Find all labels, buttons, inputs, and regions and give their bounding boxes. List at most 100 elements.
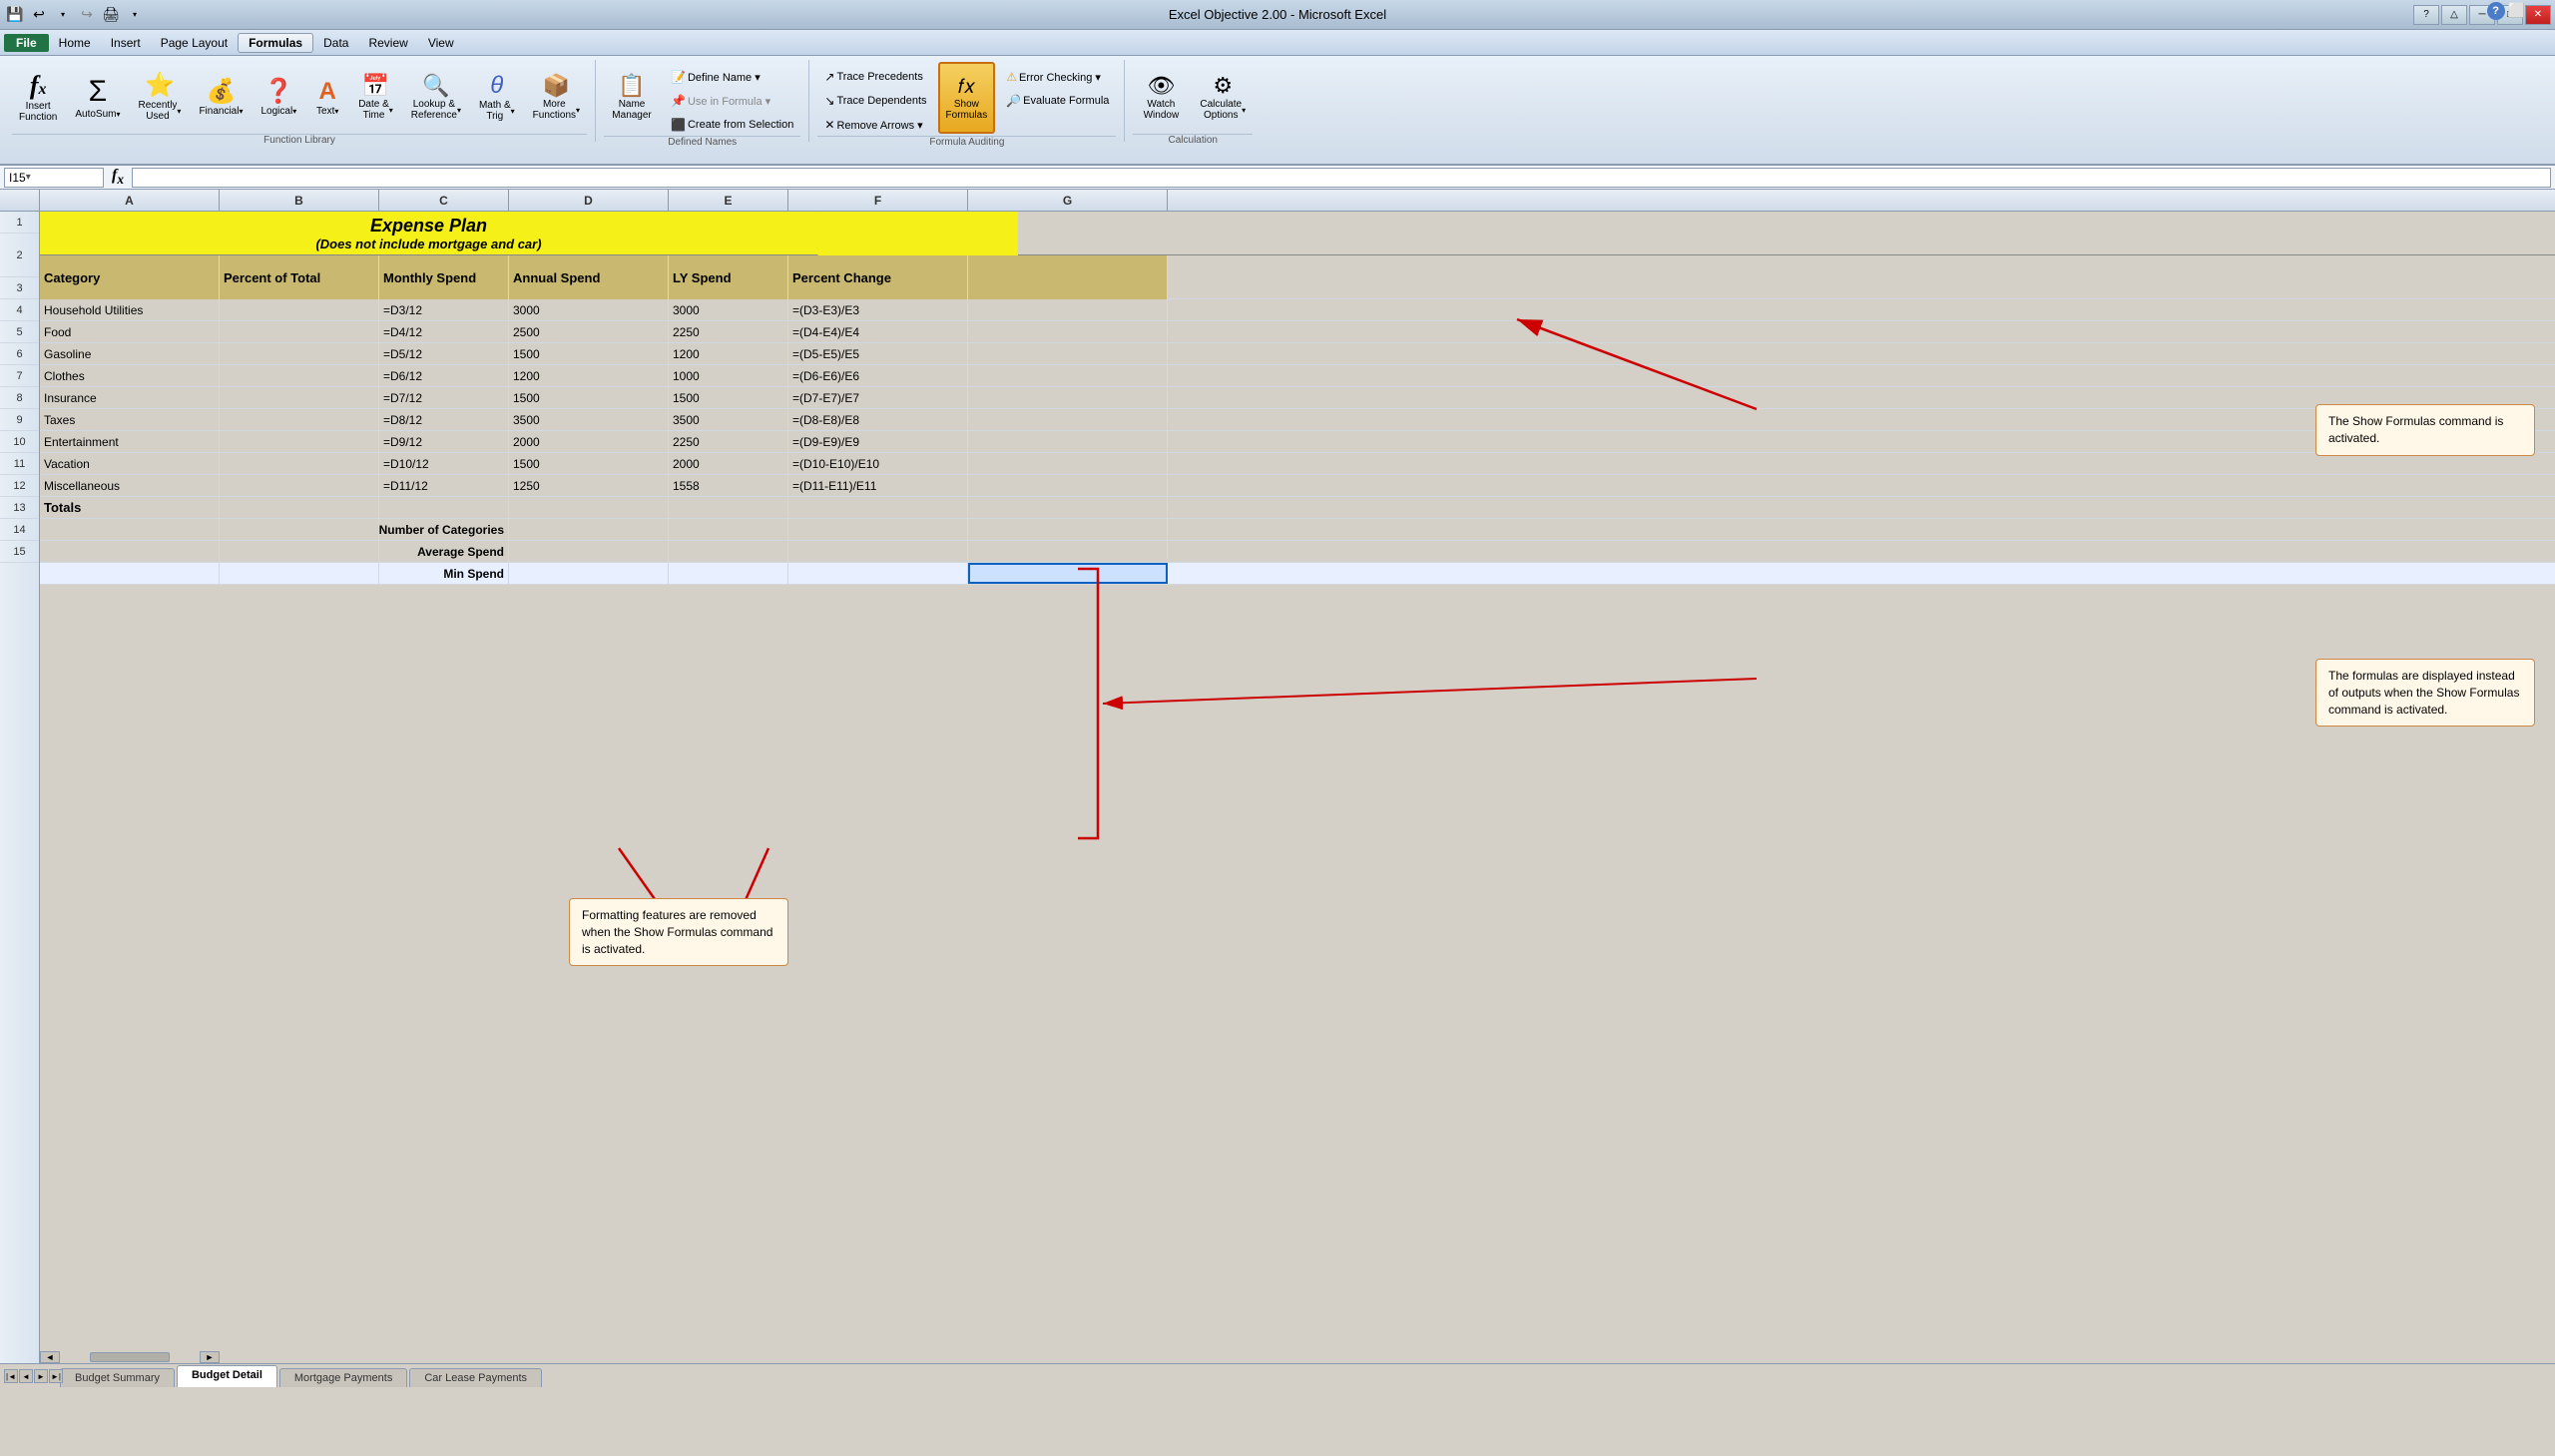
tab-mortgage-payments[interactable]: Mortgage Payments xyxy=(279,1368,407,1387)
row-num-1[interactable]: 1 xyxy=(0,212,39,234)
cell-a14[interactable] xyxy=(40,541,220,562)
cell-a10[interactable]: Vacation xyxy=(40,453,220,474)
create-from-selection-btn[interactable]: ⬛ Create from Selection xyxy=(664,114,800,136)
sheet-nav-prev[interactable]: ◄ xyxy=(19,1369,33,1383)
cell-a8[interactable]: Taxes xyxy=(40,409,220,430)
undo-qat-btn[interactable]: ↩ xyxy=(28,4,50,26)
cell-b15[interactable] xyxy=(220,563,379,584)
menu-formulas[interactable]: Formulas xyxy=(238,33,313,53)
remove-arrows-btn[interactable]: ✕ Remove Arrows ▾ xyxy=(817,114,933,136)
cell-d6[interactable]: 1200 xyxy=(509,365,669,386)
row-num-3[interactable]: 3 xyxy=(0,277,39,299)
financial-dropdown[interactable]: ▾ xyxy=(239,107,243,116)
math-trig-btn[interactable]: θ Math &Trig ▾ xyxy=(472,62,522,134)
more-functions-btn[interactable]: 📦 MoreFunctions ▾ xyxy=(526,62,587,134)
window-restore-btn[interactable]: ⬜ xyxy=(2508,2,2525,20)
cell-c13[interactable]: Number of Categories xyxy=(379,519,509,540)
scroll-right-btn[interactable]: ► xyxy=(200,1351,220,1363)
cell-d7[interactable]: 1500 xyxy=(509,387,669,408)
cell-b3[interactable] xyxy=(220,299,379,320)
autosum-btn[interactable]: Σ AutoSum ▾ xyxy=(68,62,127,134)
cell-c4[interactable]: =D4/12 xyxy=(379,321,509,342)
col-header-b[interactable]: B xyxy=(220,190,379,211)
cell-e9[interactable]: 2250 xyxy=(669,431,788,452)
cell-b2[interactable]: Percent of Total xyxy=(220,255,379,299)
cell-c7[interactable]: =D7/12 xyxy=(379,387,509,408)
cell-d3[interactable]: 3000 xyxy=(509,299,669,320)
row-num-14[interactable]: 14 xyxy=(0,519,39,541)
calculate-dropdown[interactable]: ▾ xyxy=(1242,106,1246,115)
formula-input[interactable] xyxy=(132,168,2551,188)
sheet-nav-next[interactable]: ► xyxy=(34,1369,48,1383)
menu-review[interactable]: Review xyxy=(358,34,417,52)
cell-d5[interactable]: 1500 xyxy=(509,343,669,364)
cell-b12[interactable] xyxy=(220,497,379,518)
cell-a3[interactable]: Household Utilities xyxy=(40,299,220,320)
cell-b14[interactable] xyxy=(220,541,379,562)
cell-b10[interactable] xyxy=(220,453,379,474)
cell-f5[interactable]: =(D5-E5)/E5 xyxy=(788,343,968,364)
cell-b11[interactable] xyxy=(220,475,379,496)
date-time-dropdown[interactable]: ▾ xyxy=(389,106,393,115)
cell-f15[interactable] xyxy=(788,563,968,584)
cell-e15[interactable] xyxy=(669,563,788,584)
cell-c12[interactable] xyxy=(379,497,509,518)
cell-f9[interactable]: =(D9-E9)/E9 xyxy=(788,431,968,452)
cell-d14[interactable] xyxy=(509,541,669,562)
row-num-11[interactable]: 11 xyxy=(0,453,39,475)
undo-dropdown-qat-btn[interactable]: ▾ xyxy=(52,4,74,26)
row-num-4[interactable]: 4 xyxy=(0,299,39,321)
redo-qat-btn[interactable]: ↪ xyxy=(76,4,98,26)
tab-car-lease-payments[interactable]: Car Lease Payments xyxy=(409,1368,542,1387)
cell-d12[interactable] xyxy=(509,497,669,518)
row-num-15[interactable]: 15 xyxy=(0,541,39,563)
date-time-btn[interactable]: 📅 Date &Time ▾ xyxy=(351,62,400,134)
ribbon-toggle-btn[interactable]: △ xyxy=(2441,5,2467,25)
cell-a1[interactable]: Expense Plan (Does not include mortgage … xyxy=(40,212,818,255)
recently-used-dropdown[interactable]: ▾ xyxy=(177,107,181,116)
cell-e4[interactable]: 2250 xyxy=(669,321,788,342)
cell-f3[interactable]: =(D3-E3)/E3 xyxy=(788,299,968,320)
cell-e7[interactable]: 1500 xyxy=(669,387,788,408)
cell-e6[interactable]: 1000 xyxy=(669,365,788,386)
cell-f7[interactable]: =(D7-E7)/E7 xyxy=(788,387,968,408)
lookup-reference-btn[interactable]: 🔍 Lookup &Reference ▾ xyxy=(404,62,468,134)
cell-b13[interactable] xyxy=(220,519,379,540)
scroll-left-btn[interactable]: ◄ xyxy=(40,1351,60,1363)
row-num-2[interactable]: 2 xyxy=(0,234,39,277)
cell-e11[interactable]: 1558 xyxy=(669,475,788,496)
cell-b4[interactable] xyxy=(220,321,379,342)
cell-g9[interactable] xyxy=(968,431,1168,452)
cell-a6[interactable]: Clothes xyxy=(40,365,220,386)
cell-g11[interactable] xyxy=(968,475,1168,496)
tab-budget-summary[interactable]: Budget Summary xyxy=(60,1368,175,1387)
cell-g2[interactable] xyxy=(968,255,1168,299)
cell-g12[interactable] xyxy=(968,497,1168,518)
row-num-8[interactable]: 8 xyxy=(0,387,39,409)
autosum-dropdown-arrow[interactable]: ▾ xyxy=(117,110,121,119)
cell-f13[interactable] xyxy=(788,519,968,540)
cell-g3[interactable] xyxy=(968,299,1168,320)
help-btn[interactable]: ? xyxy=(2413,5,2439,25)
menu-view[interactable]: View xyxy=(418,34,464,52)
save-qat-btn[interactable]: 💾 xyxy=(4,4,26,26)
financial-btn[interactable]: 💰 Financial ▾ xyxy=(192,62,250,134)
cell-e13[interactable] xyxy=(669,519,788,540)
name-box-dropdown[interactable]: ▾ xyxy=(26,172,31,183)
cell-e8[interactable]: 3500 xyxy=(669,409,788,430)
cell-a13[interactable] xyxy=(40,519,220,540)
print-qat-btn[interactable]: 🖨 xyxy=(100,4,122,26)
cell-g8[interactable] xyxy=(968,409,1168,430)
cell-c8[interactable]: =D8/12 xyxy=(379,409,509,430)
cell-g6[interactable] xyxy=(968,365,1168,386)
cell-c6[interactable]: =D6/12 xyxy=(379,365,509,386)
cell-d13[interactable] xyxy=(509,519,669,540)
row-num-12[interactable]: 12 xyxy=(0,475,39,497)
row-num-13[interactable]: 13 xyxy=(0,497,39,519)
menu-home[interactable]: Home xyxy=(49,34,101,52)
cell-a5[interactable]: Gasoline xyxy=(40,343,220,364)
horizontal-scrollbar[interactable]: ◄ ► xyxy=(40,1351,2555,1363)
cell-d15[interactable] xyxy=(509,563,669,584)
menu-insert[interactable]: Insert xyxy=(101,34,151,52)
cell-e2[interactable]: LY Spend xyxy=(669,255,788,299)
